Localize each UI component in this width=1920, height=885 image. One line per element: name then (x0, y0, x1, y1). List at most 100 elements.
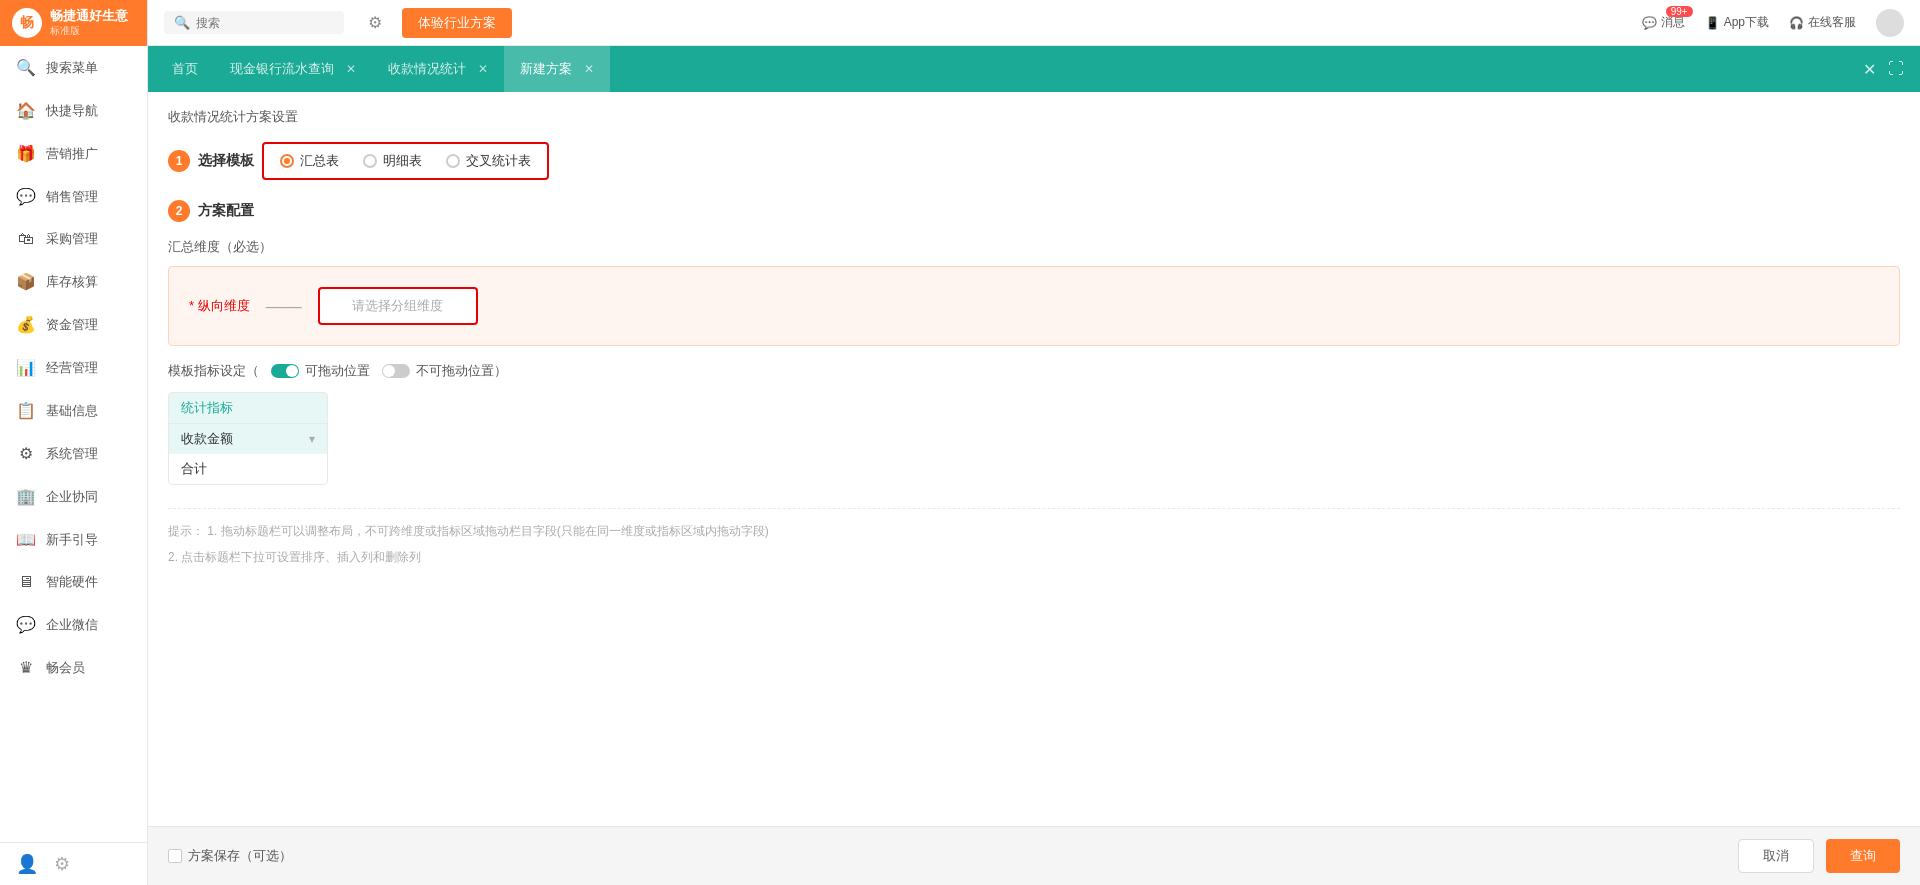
system-icon: ⚙ (16, 444, 36, 463)
dimension-row: 纵向维度 —— 请选择分组维度 (189, 287, 1879, 325)
sidebar-item-label: 系统管理 (46, 445, 98, 463)
sidebar: 畅 畅捷通好生意 标准版 🔍 搜索菜单 🏠 快捷导航 🎁 营销推广 💬 销售管理… (0, 0, 148, 885)
tab-receipt-stat-close[interactable]: ✕ (478, 62, 488, 76)
tab-cash-bank-close[interactable]: ✕ (346, 62, 356, 76)
settings-icon[interactable]: ⚙ (54, 853, 70, 875)
dimension-area: 纵向维度 —— 请选择分组维度 (168, 266, 1900, 346)
tab-receipt-stat-label: 收款情况统计 (388, 60, 466, 78)
app-download-label: App下载 (1724, 14, 1769, 31)
radio-summary[interactable]: 汇总表 (280, 152, 339, 170)
avatar[interactable] (1876, 9, 1904, 37)
sidebar-nav: 🔍 搜索菜单 🏠 快捷导航 🎁 营销推广 💬 销售管理 🛍 采购管理 📦 库存核… (0, 46, 147, 842)
tab-home[interactable]: 首页 (156, 46, 214, 92)
radio-summary-label: 汇总表 (300, 152, 339, 170)
tab-home-label: 首页 (172, 60, 198, 78)
query-button[interactable]: 查询 (1826, 839, 1900, 873)
step2-header: 2 方案配置 (168, 200, 1900, 222)
sidebar-item-label: 营销推广 (46, 145, 98, 163)
user-icon[interactable]: 👤 (16, 853, 38, 875)
online-service-item[interactable]: 🎧 在线客服 (1789, 14, 1856, 31)
app-icon: 📱 (1705, 16, 1720, 30)
tip-line-2: 2. 点击标题栏下拉可设置排序、插入列和删除列 (168, 550, 421, 564)
sidebar-item-label: 畅会员 (46, 659, 85, 677)
indicator-value-2: 合计 (181, 460, 207, 478)
close-window-icon[interactable]: ✕ (1863, 60, 1876, 79)
content-area: 收款情况统计方案设置 1 选择模板 汇总表 明细表 交 (148, 92, 1920, 826)
tip-title: 提示： 1. 拖动标题栏可以调整布局，不可跨维度或指标区域拖动栏目字段(只能在同… (168, 521, 1900, 543)
dimension-arrow: —— (266, 296, 302, 317)
message-icon: 💬 (1642, 16, 1657, 30)
indicator-toggle-row: 模板指标设定（ 可拖动位置 不可拖动位置） (168, 362, 1900, 380)
toggle-thumb2 (383, 365, 395, 377)
online-service-label: 在线客服 (1808, 14, 1856, 31)
indicator-section-label: 模板指标设定（ (168, 362, 259, 380)
indicator-table-header: 统计指标 (169, 393, 327, 424)
sidebar-item-inventory[interactable]: 📦 库存核算 (0, 260, 147, 303)
gear-icon[interactable]: ⚙ (368, 13, 382, 32)
indicator-dropdown-icon[interactable]: ▾ (309, 432, 315, 446)
radio-cross-label: 交叉统计表 (466, 152, 531, 170)
toggle-draggable[interactable]: 可拖动位置 (271, 362, 370, 380)
template-options: 汇总表 明细表 交叉统计表 (262, 142, 549, 180)
notification-item[interactable]: 💬 消息 99+ (1642, 14, 1685, 31)
trial-button[interactable]: 体验行业方案 (402, 8, 512, 38)
tab-receipt-stat[interactable]: 收款情况统计 ✕ (372, 46, 504, 92)
sidebar-item-label: 企业协同 (46, 488, 98, 506)
radio-detail[interactable]: 明细表 (363, 152, 422, 170)
step1-number: 1 (168, 150, 190, 172)
tabbar-right: ✕ ⛶ (1863, 46, 1912, 92)
step1-header: 1 选择模板 汇总表 明细表 交叉统计表 (168, 142, 1900, 180)
toggle-draggable-box[interactable] (271, 364, 299, 378)
dimension-config: 汇总维度（必选） 纵向维度 —— 请选择分组维度 模板指标设定（ (168, 238, 1900, 568)
tab-cash-bank[interactable]: 现金银行流水查询 ✕ (214, 46, 372, 92)
toggle-thumb (286, 365, 298, 377)
tab-new-plan-close[interactable]: ✕ (584, 62, 594, 76)
save-option[interactable]: 方案保存（可选） (168, 847, 292, 865)
gift-icon: 🎁 (16, 144, 36, 163)
toggle-non-draggable-label: 不可拖动位置） (416, 362, 507, 380)
indicator-section: 模板指标设定（ 可拖动位置 不可拖动位置） (168, 362, 1900, 488)
step1-section: 1 选择模板 汇总表 明细表 交叉统计表 (168, 142, 1900, 180)
inventory-icon: 📦 (16, 272, 36, 291)
save-checkbox[interactable] (168, 849, 182, 863)
sidebar-item-vip-member[interactable]: ♛ 畅会员 (0, 646, 147, 689)
tip-title-text: 提示： (168, 524, 204, 538)
sidebar-item-system[interactable]: ⚙ 系统管理 (0, 432, 147, 475)
sidebar-item-basic-info[interactable]: 📋 基础信息 (0, 389, 147, 432)
sidebar-item-quick-nav[interactable]: 🏠 快捷导航 (0, 89, 147, 132)
dimension-placeholder[interactable]: 请选择分组维度 (318, 287, 478, 325)
search-wrap[interactable]: 🔍 (164, 11, 344, 34)
sidebar-item-sales[interactable]: 💬 销售管理 (0, 175, 147, 218)
sidebar-item-corp-wechat[interactable]: 💬 企业微信 (0, 603, 147, 646)
app-download-item[interactable]: 📱 App下载 (1705, 14, 1769, 31)
sidebar-item-capital[interactable]: 💰 资金管理 (0, 303, 147, 346)
sales-icon: 💬 (16, 187, 36, 206)
sidebar-item-purchase[interactable]: 🛍 采购管理 (0, 218, 147, 260)
home-icon: 🏠 (16, 101, 36, 120)
sidebar-item-operation[interactable]: 📊 经营管理 (0, 346, 147, 389)
toggle-non-draggable[interactable]: 不可拖动位置） (382, 362, 507, 380)
capital-icon: 💰 (16, 315, 36, 334)
radio-cross[interactable]: 交叉统计表 (446, 152, 531, 170)
cancel-button[interactable]: 取消 (1738, 839, 1814, 873)
sidebar-item-marketing[interactable]: 🎁 营销推广 (0, 132, 147, 175)
tab-new-plan[interactable]: 新建方案 ✕ (504, 46, 610, 92)
toggle-draggable-label: 可拖动位置 (305, 362, 370, 380)
corp-collab-icon: 🏢 (16, 487, 36, 506)
topbar-right: 💬 消息 99+ 📱 App下载 🎧 在线客服 (1642, 9, 1904, 37)
basic-info-icon: 📋 (16, 401, 36, 420)
radio-detail-label: 明细表 (383, 152, 422, 170)
indicator-row-2: 合计 (169, 454, 327, 484)
sidebar-item-new-guide[interactable]: 📖 新手引导 (0, 518, 147, 561)
sidebar-item-search-menu[interactable]: 🔍 搜索菜单 (0, 46, 147, 89)
search-input[interactable] (196, 16, 326, 30)
expand-icon[interactable]: ⛶ (1888, 60, 1904, 78)
sidebar-item-smart-hw[interactable]: 🖥 智能硬件 (0, 561, 147, 603)
tip-line-1: 1. 拖动标题栏可以调整布局，不可跨维度或指标区域拖动栏目字段(只能在同一维度或… (207, 524, 768, 538)
logo-sub: 标准版 (50, 24, 128, 38)
tip-line-2-row: 2. 点击标题栏下拉可设置排序、插入列和删除列 (168, 547, 1900, 569)
toggle-non-draggable-box[interactable] (382, 364, 410, 378)
vip-icon: ♛ (16, 658, 36, 677)
sidebar-item-corp-collab[interactable]: 🏢 企业协同 (0, 475, 147, 518)
logo-icon: 畅 (12, 8, 42, 38)
